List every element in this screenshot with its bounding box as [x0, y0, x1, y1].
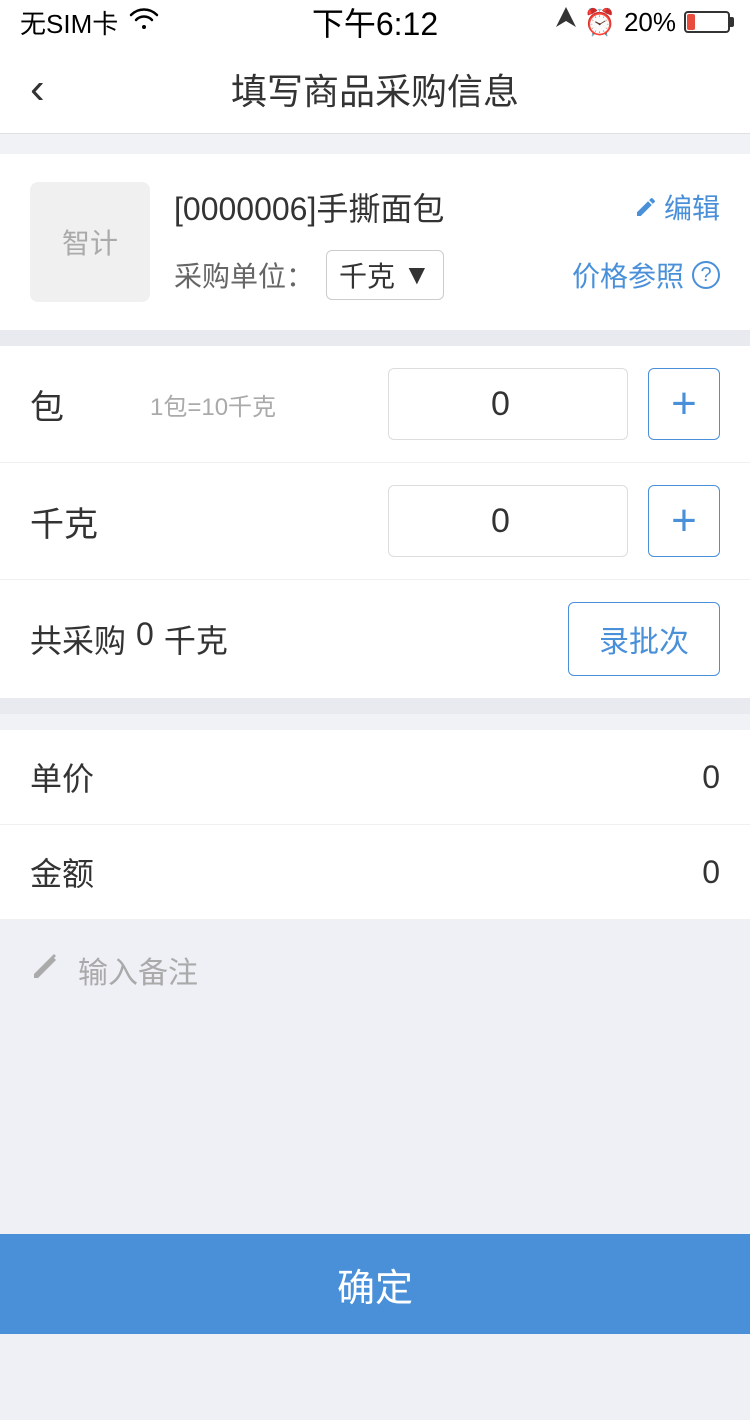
battery-percent: 20%	[624, 7, 676, 38]
unit-selector-group: 采购单位： 千克 ▼	[174, 250, 444, 300]
product-info: [0000006]手撕面包 编辑 采购单位： 千克 ▼ 价格参照 ?	[174, 184, 720, 300]
product-name-row: [0000006]手撕面包 编辑	[174, 184, 720, 230]
battery-icon	[684, 11, 730, 33]
price-ref-button[interactable]: 价格参照 ?	[572, 255, 720, 295]
confirm-button[interactable]: 确定	[0, 1234, 750, 1334]
unit-dropdown[interactable]: 千克 ▼	[326, 250, 444, 300]
status-time: 下午6:12	[312, 0, 438, 45]
kg-input[interactable]	[388, 485, 628, 557]
summary-qty: 0	[136, 616, 154, 662]
pack-label: 包	[30, 380, 130, 429]
page-title: 填写商品采购信息	[231, 63, 519, 115]
summary-text: 共采购 0 千克	[30, 616, 228, 662]
unit-value: 千克	[339, 255, 395, 295]
price-section: 单价 0 金额 0	[0, 730, 750, 920]
amount-value: 0	[702, 854, 720, 891]
amount-row: 金额 0	[0, 825, 750, 920]
dropdown-arrow-icon: ▼	[403, 259, 431, 291]
location-icon	[556, 7, 576, 38]
pack-hint: 1包=10千克	[150, 387, 368, 422]
back-button[interactable]: ‹	[30, 64, 45, 114]
status-right: ⏰ 20%	[556, 7, 730, 38]
edit-label: 编辑	[664, 187, 720, 227]
edit-button[interactable]: 编辑	[634, 187, 720, 227]
carrier-text: 无SIM卡	[20, 4, 118, 41]
unit-label: 采购单位：	[174, 255, 314, 295]
background-filler	[0, 1020, 750, 1420]
product-full-name: [0000006]手撕面包	[174, 184, 444, 230]
pack-plus-button[interactable]: +	[648, 368, 720, 440]
alarm-icon: ⏰	[584, 7, 616, 38]
unit-price-value: 0	[702, 759, 720, 796]
product-unit-row: 采购单位： 千克 ▼ 价格参照 ?	[174, 250, 720, 300]
summary-row: 共采购 0 千克 录批次	[0, 580, 750, 698]
product-logo-text: 智计	[62, 222, 118, 262]
amount-label: 金额	[30, 849, 94, 895]
section-divider-2	[0, 698, 750, 714]
batch-button[interactable]: 录批次	[568, 602, 720, 676]
kg-plus-button[interactable]: +	[648, 485, 720, 557]
pencil-icon	[30, 950, 62, 990]
section-divider-1	[0, 330, 750, 346]
kg-label: 千克	[30, 497, 130, 546]
wifi-icon	[128, 7, 160, 38]
quantity-section: 包 1包=10千克 + 千克 +	[0, 346, 750, 580]
kg-row: 千克 +	[0, 463, 750, 580]
remark-section[interactable]: 输入备注	[0, 920, 750, 1020]
help-icon: ?	[692, 261, 720, 289]
price-ref-label: 价格参照	[572, 255, 684, 295]
unit-price-label: 单价	[30, 754, 94, 800]
nav-bar: ‹ 填写商品采购信息	[0, 44, 750, 134]
pack-input[interactable]	[388, 368, 628, 440]
pack-row: 包 1包=10千克 +	[0, 346, 750, 463]
status-left: 无SIM卡	[20, 4, 160, 41]
product-card: 智计 [0000006]手撕面包 编辑 采购单位： 千克 ▼ 价格参照 ?	[0, 154, 750, 330]
remark-input[interactable]: 输入备注	[78, 948, 198, 992]
product-thumbnail: 智计	[30, 182, 150, 302]
unit-price-row: 单价 0	[0, 730, 750, 825]
status-bar: 无SIM卡 下午6:12 ⏰ 20%	[0, 0, 750, 44]
